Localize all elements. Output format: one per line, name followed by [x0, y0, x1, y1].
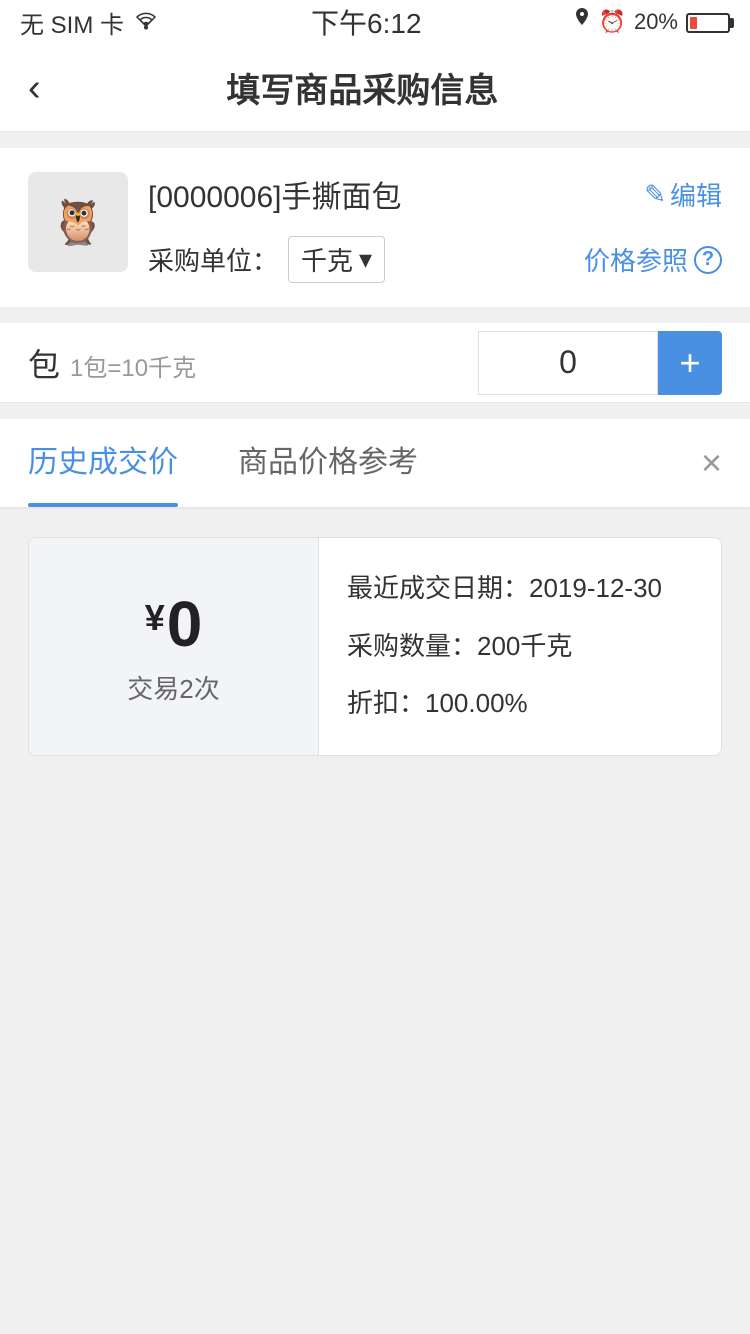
alarm-icon: ⏰: [599, 9, 626, 35]
nav-header: ‹ 填写商品采购信息: [0, 44, 750, 132]
quantity-label: 包 1包=10千克: [28, 340, 196, 386]
quantity-value: 0: [559, 344, 577, 381]
discount-value: 100.00%: [425, 688, 528, 718]
discount-row: 折扣：100.00%: [347, 683, 693, 725]
status-time: 下午6:12: [311, 2, 422, 42]
recent-date-row: 最近成交日期：2019-12-30: [347, 568, 693, 610]
quantity-section: 包 1包=10千克 0 +: [0, 323, 750, 403]
battery-text: 20%: [634, 9, 678, 35]
close-button[interactable]: ×: [701, 445, 722, 481]
tab-product-price[interactable]: 商品价格参考: [238, 419, 418, 507]
qty-row: 采购数量：200千克: [347, 626, 693, 668]
location-icon: [573, 8, 591, 36]
price-ref-button[interactable]: 价格参照 ?: [584, 241, 722, 278]
wifi-icon: [132, 8, 160, 37]
edit-button[interactable]: ✎ 编辑: [644, 176, 722, 213]
date-label: 最近成交日期：: [347, 573, 529, 603]
battery-icon: [686, 9, 730, 35]
dropdown-icon: ▾: [359, 244, 372, 275]
product-name: [0000006]手撕面包: [148, 172, 401, 216]
increment-button[interactable]: +: [658, 331, 722, 395]
trade-count: 交易2次: [127, 669, 219, 706]
edit-label: 编辑: [670, 176, 722, 213]
currency-symbol: ¥: [145, 597, 165, 639]
discount-label: 折扣：: [347, 688, 425, 718]
unit-value: 千克: [301, 241, 353, 278]
section-divider: [0, 307, 750, 323]
main-content: 历史成交价 商品价格参考 × ¥ 0 交易2次 最近成交日期：2019-12-3…: [0, 419, 750, 1119]
page-title: 填写商品采购信息: [61, 63, 664, 112]
product-image-icon: 🦉: [51, 196, 106, 248]
product-name-row: [0000006]手撕面包 ✎ 编辑: [148, 172, 722, 216]
carrier-text: 无 SIM 卡: [20, 5, 124, 40]
price-value: ¥ 0: [145, 587, 203, 661]
price-left: ¥ 0 交易2次: [29, 538, 319, 755]
tab-history-label: 历史成交价: [28, 437, 178, 481]
quantity-controls: 0 +: [478, 331, 722, 395]
edit-icon: ✎: [644, 179, 666, 210]
tab-active-indicator: [28, 503, 178, 507]
qty-detail-value: 200千克: [477, 631, 572, 661]
product-section: 🦉 [0000006]手撕面包 ✎ 编辑 采购单位： 千克 ▾: [0, 148, 750, 307]
price-number: 0: [167, 587, 203, 661]
price-ref-label: 价格参照: [584, 241, 688, 278]
product-thumbnail: 🦉: [28, 172, 128, 272]
tab-price-label: 商品价格参考: [238, 437, 418, 481]
back-button[interactable]: ‹: [28, 69, 41, 107]
unit-select[interactable]: 千克 ▾: [288, 236, 385, 283]
price-right: 最近成交日期：2019-12-30 采购数量：200千克 折扣：100.00%: [319, 538, 721, 755]
unit-row: 采购单位： 千克 ▾ 价格参照 ?: [148, 236, 722, 283]
status-left: 无 SIM 卡: [20, 5, 160, 40]
question-icon: ?: [694, 246, 722, 274]
product-row: 🦉 [0000006]手撕面包 ✎ 编辑 采购单位： 千克 ▾: [28, 172, 722, 283]
quantity-input[interactable]: 0: [478, 331, 658, 395]
tab-history-price[interactable]: 历史成交价: [28, 419, 178, 507]
qty-unit-big: 包: [28, 340, 60, 386]
date-value: 2019-12-30: [529, 573, 662, 603]
plus-icon: +: [679, 342, 700, 384]
tabs-container: 历史成交价 商品价格参考 ×: [0, 419, 750, 509]
price-card: ¥ 0 交易2次 最近成交日期：2019-12-30 采购数量：200千克 折扣…: [28, 537, 722, 756]
product-info: [0000006]手撕面包 ✎ 编辑 采购单位： 千克 ▾ 价格参照 ?: [148, 172, 722, 283]
unit-label: 采购单位：: [148, 241, 278, 278]
qty-detail-label: 采购数量：: [347, 631, 477, 661]
status-right: ⏰ 20%: [573, 8, 730, 36]
status-bar: 无 SIM 卡 下午6:12 ⏰ 20%: [0, 0, 750, 44]
qty-unit-small: 1包=10千克: [70, 348, 196, 383]
